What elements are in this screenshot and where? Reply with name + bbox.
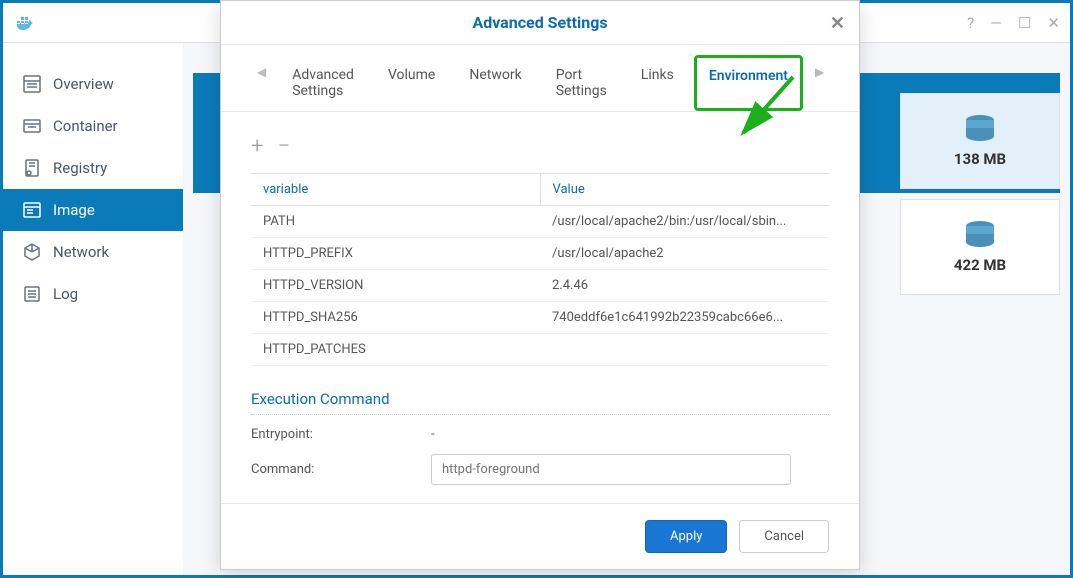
env-variable: HTTPD_VERSION <box>251 270 540 301</box>
info-card[interactable]: 138 MB <box>900 93 1060 189</box>
env-value: 2.4.46 <box>540 270 829 301</box>
table-row[interactable]: HTTPD_PREFIX /usr/local/apache2 <box>251 238 829 270</box>
log-icon <box>23 285 41 303</box>
sidebar-item-image[interactable]: Image <box>3 189 183 231</box>
sidebar-item-label: Log <box>53 285 78 303</box>
command-label: Command: <box>251 462 431 477</box>
tab-volume[interactable]: Volume <box>374 55 449 111</box>
sidebar-item-label: Overview <box>53 75 114 93</box>
tab-port-settings[interactable]: Port Settings <box>542 55 621 111</box>
table-row[interactable]: HTTPD_VERSION 2.4.46 <box>251 270 829 302</box>
container-icon <box>23 117 41 135</box>
sidebar-item-container[interactable]: Container <box>3 105 183 147</box>
info-card[interactable]: 422 MB <box>900 199 1060 295</box>
command-row: Command: <box>251 454 829 485</box>
modal-body: + − variable Value PATH /usr/local/apach… <box>221 112 859 503</box>
section-execution-command: Execution Command <box>251 390 829 415</box>
table-row[interactable]: HTTPD_PATCHES <box>251 334 829 366</box>
network-icon <box>23 243 41 261</box>
env-variable: HTTPD_SHA256 <box>251 302 540 333</box>
sidebar-item-label: Registry <box>53 159 107 177</box>
tab-network[interactable]: Network <box>455 55 535 111</box>
env-value <box>540 334 829 365</box>
sidebar-item-registry[interactable]: Registry <box>3 147 183 189</box>
tab-links[interactable]: Links <box>627 55 688 111</box>
chevron-right-icon[interactable]: ▶ <box>809 55 830 111</box>
sidebar-item-label: Image <box>53 201 95 219</box>
maximize-icon[interactable]: ☐ <box>1018 14 1031 32</box>
env-value: 740eddf6e1c641992b22359cabc66e6... <box>540 302 829 333</box>
apply-button[interactable]: Apply <box>645 520 727 553</box>
modal-title: Advanced Settings ✕ <box>221 1 859 45</box>
sidebar: Overview Container Registry Image Networ… <box>3 43 183 575</box>
sidebar-item-label: Network <box>53 243 109 261</box>
remove-button[interactable]: − <box>277 134 290 159</box>
modal-footer: Apply Cancel <box>221 503 859 569</box>
tab-environment[interactable]: Environment <box>694 55 803 111</box>
col-variable[interactable]: variable <box>251 174 541 205</box>
sidebar-item-label: Container <box>53 117 118 135</box>
env-value: /usr/local/apache2/bin:/usr/local/sbin..… <box>540 206 829 237</box>
disk-stack-icon <box>962 114 998 142</box>
env-table-header: variable Value <box>251 173 829 206</box>
command-input[interactable] <box>431 454 791 485</box>
minimize-icon[interactable]: — <box>990 14 1002 32</box>
add-button[interactable]: + <box>251 134 263 159</box>
sidebar-item-log[interactable]: Log <box>3 273 183 315</box>
help-icon[interactable]: ? <box>967 14 974 32</box>
table-row[interactable]: PATH /usr/local/apache2/bin:/usr/local/s… <box>251 206 829 238</box>
window-controls: ? — ☐ ✕ <box>967 14 1060 32</box>
chevron-left-icon[interactable]: ◀ <box>251 55 272 111</box>
env-variable: HTTPD_PREFIX <box>251 238 540 269</box>
image-icon <box>23 201 41 219</box>
info-panel: 138 MB 422 MB <box>900 93 1060 305</box>
entrypoint-value: - <box>431 427 435 442</box>
info-size: 422 MB <box>921 256 1039 274</box>
docker-logo-icon <box>13 11 37 35</box>
env-variable: PATH <box>251 206 540 237</box>
env-table: variable Value PATH /usr/local/apache2/b… <box>251 173 829 366</box>
modal-title-text: Advanced Settings <box>472 13 607 32</box>
disk-stack-icon <box>962 220 998 248</box>
close-window-icon[interactable]: ✕ <box>1047 14 1060 32</box>
advanced-settings-modal: Advanced Settings ✕ ◀ Advanced Settings … <box>220 0 860 570</box>
env-value: /usr/local/apache2 <box>540 238 829 269</box>
env-toolbar: + − <box>251 128 829 173</box>
col-value[interactable]: Value <box>541 174 830 205</box>
close-icon[interactable]: ✕ <box>830 13 845 34</box>
sidebar-item-overview[interactable]: Overview <box>3 63 183 105</box>
env-variable: HTTPD_PATCHES <box>251 334 540 365</box>
table-row[interactable]: HTTPD_SHA256 740eddf6e1c641992b22359cabc… <box>251 302 829 334</box>
overview-icon <box>23 75 41 93</box>
tab-advanced-settings[interactable]: Advanced Settings <box>278 55 368 111</box>
registry-icon <box>23 159 41 177</box>
modal-tabs: ◀ Advanced Settings Volume Network Port … <box>221 45 859 112</box>
info-size: 138 MB <box>921 150 1039 168</box>
sidebar-item-network[interactable]: Network <box>3 231 183 273</box>
cancel-button[interactable]: Cancel <box>739 520 829 553</box>
entrypoint-row: Entrypoint: - <box>251 427 829 442</box>
entrypoint-label: Entrypoint: <box>251 427 431 442</box>
